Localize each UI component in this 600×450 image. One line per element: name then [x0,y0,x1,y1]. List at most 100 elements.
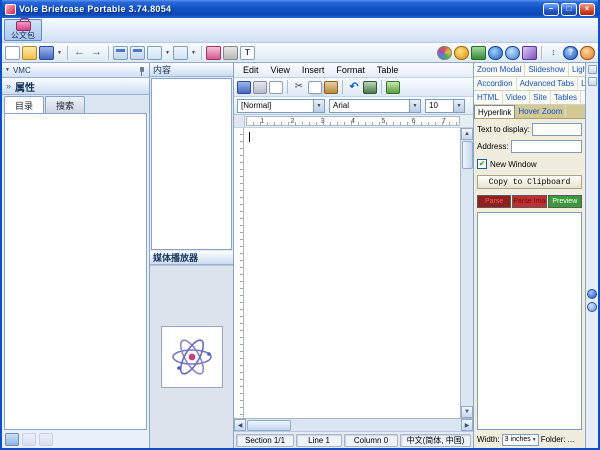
copy-to-clipboard-button[interactable]: Copy to Clipboard [477,175,582,189]
scroll-right-icon[interactable]: ▶ [461,419,473,431]
edge-button-1[interactable] [587,289,597,299]
vertical-scroll-thumb[interactable] [461,141,473,169]
maximize-button[interactable]: □ [561,2,577,16]
font-size-combo[interactable]: 10 ▼ [425,98,465,113]
tab-hyperlink[interactable]: Hyperlink [474,105,516,118]
edge-panel-icon-2[interactable] [587,77,597,86]
edge-panel-icon-1[interactable] [587,65,597,74]
scroll-left-icon[interactable]: ◀ [234,419,246,431]
font-combo-dropdown-icon[interactable]: ▼ [409,99,420,112]
save-icon[interactable] [39,45,54,60]
tab-landing[interactable]: Landing [578,77,585,90]
scroll-down-icon[interactable]: ▼ [461,406,473,418]
preview-list[interactable] [477,212,582,430]
zoom-icon[interactable] [173,45,188,60]
print-preview-icon[interactable] [269,80,283,94]
forward-icon[interactable]: → [89,46,104,60]
menu-insert[interactable]: Insert [297,64,330,76]
style-combo[interactable]: [Normal] ▼ [237,98,325,113]
save-dropdown-icon[interactable]: ▼ [56,46,63,60]
parse-image-button[interactable]: Parse Image [512,195,547,208]
tab-directory[interactable]: 目录 [4,96,45,113]
print-icon[interactable] [253,80,267,94]
help-icon[interactable]: ? [563,45,578,60]
globe-icon[interactable] [488,45,503,60]
menu-format[interactable]: Format [331,64,370,76]
vertical-scrollbar[interactable]: ▲ ▼ [460,128,473,418]
panel-menu-icon[interactable]: ▼ [5,67,10,73]
width-select[interactable]: 3 inches ▼ [501,433,539,446]
parse-button[interactable]: Parse [477,195,512,208]
content-list[interactable] [151,78,232,250]
back-icon[interactable]: ← [72,46,87,60]
pin-icon[interactable] [137,66,146,76]
tab-search[interactable]: 搜索 [45,96,86,113]
menu-view[interactable]: View [266,64,295,76]
tab-tables[interactable]: Tables [551,91,582,104]
folder-value[interactable]: ... [568,435,575,444]
tab-zoom-modal[interactable]: Zoom Modal [474,63,526,76]
settings-icon[interactable] [223,45,238,60]
horizontal-scrollbar[interactable]: ◀ ▶ [234,418,473,431]
menu-edit[interactable]: Edit [238,64,264,76]
new-document-icon[interactable] [5,45,20,60]
preview-button[interactable]: Preview [547,195,582,208]
collapse-chevron-icon[interactable]: » [6,81,11,91]
tab-site[interactable]: Site [530,91,551,104]
restore-icon[interactable] [5,432,19,446]
cut-icon[interactable]: ✂ [292,81,306,94]
horizontal-scroll-thumb[interactable] [247,419,291,431]
vmc-panel-header[interactable]: ▼ VMC [2,63,149,78]
directory-tree[interactable] [4,113,147,430]
title-bar[interactable]: Vole Briefcase Portable 3.74.8054 – □ × [2,0,598,18]
cascade-windows-icon[interactable] [113,45,128,60]
open-folder-icon[interactable] [22,45,37,60]
copy-icon[interactable] [308,80,322,94]
new-window-checkbox[interactable]: ✔ [477,159,487,169]
font-combo[interactable]: Arial ▼ [329,98,421,113]
palette-icon[interactable] [437,45,452,60]
about-icon[interactable] [580,45,595,60]
undo-icon-disabled[interactable] [22,432,36,446]
tab-hover-zoom[interactable]: Hover Zoom [515,105,567,118]
find-icon[interactable] [363,80,377,94]
view-mode-dropdown-icon[interactable]: ▼ [164,46,171,60]
media-thumbnail[interactable] [160,326,223,388]
tab-slideshow[interactable]: Slideshow [525,63,569,76]
award-icon[interactable] [454,45,469,60]
tab-accordion[interactable]: Accordion [474,77,517,90]
font-size-combo-dropdown-icon[interactable]: ▼ [453,99,464,112]
zoom-dropdown-icon[interactable]: ▼ [190,46,197,60]
scroll-up-icon[interactable]: ▲ [461,128,473,140]
snapshot-icon[interactable] [206,45,221,60]
briefcase-button[interactable]: 公文包 [4,17,42,41]
save-document-icon[interactable] [237,80,251,94]
tile-windows-icon[interactable] [130,45,145,60]
redo-icon-disabled[interactable] [39,432,53,446]
sort-icon[interactable]: ↕ [546,46,561,60]
status-language[interactable]: 中文(简体, 中国) [400,433,471,447]
paste-icon[interactable] [324,80,338,94]
shield-icon[interactable] [471,45,486,60]
undo-icon[interactable]: ↶ [347,81,361,94]
text-to-display-input[interactable] [531,123,582,136]
magic-wand-icon[interactable] [522,45,537,60]
tab-html[interactable]: HTML [474,91,503,104]
insert-image-icon[interactable] [386,80,400,94]
view-mode-icon[interactable] [147,45,162,60]
world-icon[interactable] [505,45,520,60]
main-area: ▼ VMC » 属性 目录 搜索 内容 媒体播放器 Edit View Inse… [2,63,598,448]
menu-table[interactable]: Table [372,64,404,76]
minimize-button[interactable]: – [543,2,559,16]
text-columns-icon[interactable]: T [240,45,255,60]
style-combo-dropdown-icon[interactable]: ▼ [313,99,324,112]
tab-video[interactable]: Video [503,91,531,104]
close-button[interactable]: × [579,2,595,16]
properties-header[interactable]: » 属性 [2,78,149,95]
document-page[interactable] [244,128,460,418]
edge-button-2[interactable] [587,302,597,312]
address-input[interactable] [510,140,582,153]
window-title: Vole Briefcase Portable 3.74.8054 [19,4,172,14]
tab-advanced-tabs[interactable]: Advanced Tabs [517,77,579,90]
tab-lightbox[interactable]: Lightbox [569,63,585,76]
